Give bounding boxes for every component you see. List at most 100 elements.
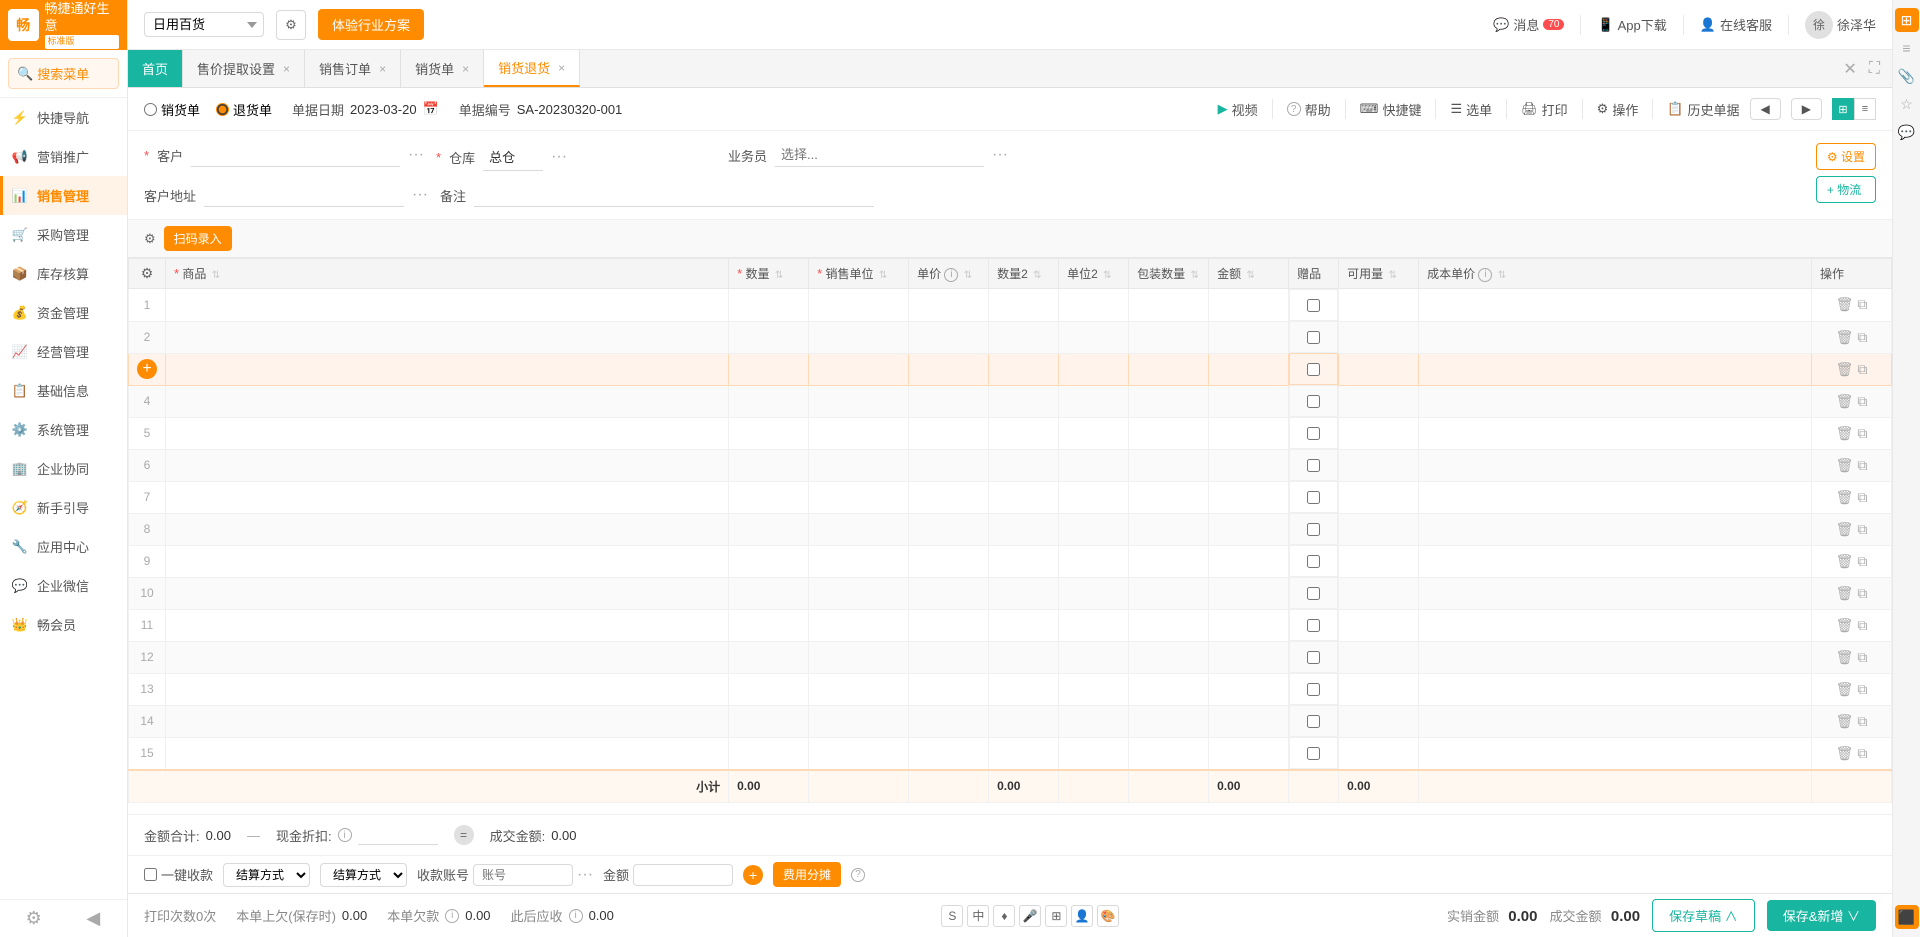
delete-row-button[interactable]: 🗑 <box>1836 393 1854 410</box>
gift-cell[interactable] <box>1289 545 1338 577</box>
add-row-button[interactable]: + <box>137 359 157 379</box>
next-record-button[interactable]: ▶ <box>1791 98 1822 120</box>
price-info-icon[interactable]: i <box>944 268 958 282</box>
account-dots[interactable]: ··· <box>577 866 593 884</box>
avail-sort-icon[interactable]: ⇅ <box>1388 270 1396 281</box>
app-download-button[interactable]: 📱 App下载 <box>1597 15 1666 34</box>
settlement-method-select[interactable]: 结算方式 <box>223 863 310 887</box>
sidebar-item-shortcut[interactable]: ⚡ 快捷导航 <box>0 98 127 137</box>
fee-split-info-icon[interactable]: ? <box>851 868 865 882</box>
delete-row-button[interactable]: 🗑 <box>1836 553 1854 570</box>
search-menu-button[interactable]: 🔍 搜索菜单 <box>8 58 119 89</box>
online-service-button[interactable]: 👤 在线客服 <box>1700 15 1772 34</box>
bottom-icon-3[interactable]: ♦ <box>993 905 1015 927</box>
gift-checkbox[interactable] <box>1307 747 1320 760</box>
sidebar-item-apps[interactable]: 🔧 应用中心 <box>0 527 127 566</box>
gift-cell[interactable] <box>1289 609 1338 641</box>
sidebar-item-basic[interactable]: 📋 基础信息 <box>0 371 127 410</box>
copy-row-button[interactable]: ⧉ <box>1857 393 1867 410</box>
product-input[interactable] <box>174 362 720 376</box>
industry-select[interactable]: 日用百货 <box>144 12 264 37</box>
gift-cell[interactable] <box>1289 449 1338 481</box>
price-sort-icon[interactable]: ⇅ <box>964 270 972 281</box>
discount-info-icon[interactable]: i <box>338 828 352 842</box>
pack-sort-icon[interactable]: ⇅ <box>1190 270 1198 281</box>
unit2-sort-icon[interactable]: ⇅ <box>1103 270 1111 281</box>
messages-button[interactable]: 💬 消息 70 <box>1493 15 1564 34</box>
delete-row-button[interactable]: 🗑 <box>1836 585 1854 602</box>
sidebar-item-wechat[interactable]: 💬 企业微信 <box>0 566 127 605</box>
action-help[interactable]: ? 帮助 <box>1287 100 1331 119</box>
gift-checkbox[interactable] <box>1307 651 1320 664</box>
copy-row-button[interactable]: ⧉ <box>1857 489 1867 506</box>
action-print[interactable]: 🖨 打印 <box>1521 100 1568 119</box>
bottom-icon-4[interactable]: 🎤 <box>1019 905 1041 927</box>
radio-delivery[interactable]: 销货单 <box>144 100 200 119</box>
copy-row-button[interactable]: ⧉ <box>1857 329 1867 346</box>
sidebar-item-member[interactable]: 👑 畅会员 <box>0 605 127 644</box>
copy-row-button[interactable]: ⧉ <box>1857 521 1867 538</box>
gear-col-icon[interactable]: ⚙ <box>144 231 156 247</box>
gift-checkbox[interactable] <box>1307 587 1320 600</box>
delete-row-button[interactable]: 🗑 <box>1836 489 1854 506</box>
sidebar-item-guide[interactable]: 🧭 新手引导 <box>0 488 127 527</box>
save-draft-button[interactable]: 保存草稿 ∧ <box>1652 899 1755 932</box>
gift-checkbox[interactable] <box>1307 395 1320 408</box>
tab-home[interactable]: 首页 <box>128 50 183 87</box>
customer-input[interactable] <box>191 143 400 167</box>
remark-input[interactable] <box>474 183 874 207</box>
gift-checkbox[interactable] <box>1307 363 1320 376</box>
bottom-icon-2[interactable]: 中 <box>967 905 989 927</box>
delete-row-button[interactable]: 🗑 <box>1836 713 1854 730</box>
sidebar-item-system[interactable]: ⚙️ 系统管理 <box>0 410 127 449</box>
product-cell[interactable] <box>166 353 729 385</box>
gift-checkbox[interactable] <box>1307 491 1320 504</box>
gift-cell[interactable] <box>1289 353 1338 385</box>
calc-method-select[interactable]: 结算方式 <box>320 863 407 887</box>
sidebar-item-operations[interactable]: 📈 经营管理 <box>0 332 127 371</box>
sidebar-item-marketing[interactable]: 📢 营销推广 <box>0 137 127 176</box>
sidebar-item-finance[interactable]: 💰 资金管理 <box>0 293 127 332</box>
right-sidebar-action-icon[interactable]: ⬛ <box>1895 905 1919 929</box>
right-sidebar-chat-icon[interactable]: 💬 <box>1895 120 1919 144</box>
staff-input[interactable] <box>775 143 984 167</box>
tab-close-all-button[interactable]: ✕ <box>1839 57 1860 81</box>
tab-price-settings[interactable]: 售价提取设置 × <box>183 50 305 87</box>
bottom-icon-7[interactable]: 🎨 <box>1097 905 1119 927</box>
tab-sales-delivery[interactable]: 销货单 × <box>401 50 484 87</box>
copy-row-button[interactable]: ⧉ <box>1857 553 1867 570</box>
qty2-sort-icon[interactable]: ⇅ <box>1033 270 1041 281</box>
delete-row-button[interactable]: 🗑 <box>1836 296 1854 313</box>
prev-record-button[interactable]: ◀ <box>1750 98 1781 120</box>
address-input[interactable] <box>204 183 404 207</box>
sidebar-collapse-button[interactable]: ◀ <box>68 908 120 929</box>
copy-row-button[interactable]: ⧉ <box>1857 617 1867 634</box>
action-shortcuts[interactable]: ⌨ 快捷键 <box>1360 100 1422 119</box>
discount-input[interactable] <box>358 825 438 845</box>
fee-split-button[interactable]: 费用分摊 <box>773 862 841 887</box>
action-history[interactable]: 📋 历史单据 <box>1667 100 1739 119</box>
tab-close-sales-delivery[interactable]: × <box>462 62 469 76</box>
gift-checkbox[interactable] <box>1307 331 1320 344</box>
gift-cell[interactable] <box>1289 417 1338 449</box>
cost-sort-icon[interactable]: ⇅ <box>1498 270 1506 281</box>
gift-cell[interactable] <box>1289 321 1338 353</box>
user-menu-button[interactable]: 徐 徐泽华 <box>1805 11 1876 39</box>
gift-cell[interactable] <box>1289 385 1338 417</box>
trial-button[interactable]: 体验行业方案 <box>318 9 424 40</box>
gift-checkbox[interactable] <box>1307 299 1320 312</box>
delete-row-button[interactable]: 🗑 <box>1836 617 1854 634</box>
one-click-checkbox[interactable] <box>144 868 157 881</box>
radio-return[interactable]: 退货单 <box>216 100 272 119</box>
gift-cell[interactable] <box>1289 737 1338 769</box>
column-config-icon[interactable]: ⚙ <box>141 265 154 282</box>
copy-row-button[interactable]: ⧉ <box>1857 713 1867 730</box>
sidebar-item-sales[interactable]: 📊 销售管理 <box>0 176 127 215</box>
address-dots[interactable]: ··· <box>412 186 428 204</box>
action-operation[interactable]: ⚙ 操作 <box>1597 100 1639 119</box>
bottom-icon-6[interactable]: 👤 <box>1071 905 1093 927</box>
equals-button[interactable]: = <box>454 825 474 845</box>
customer-dots[interactable]: ··· <box>408 146 424 164</box>
copy-row-button[interactable]: ⧉ <box>1857 585 1867 602</box>
gift-cell[interactable] <box>1289 673 1338 705</box>
